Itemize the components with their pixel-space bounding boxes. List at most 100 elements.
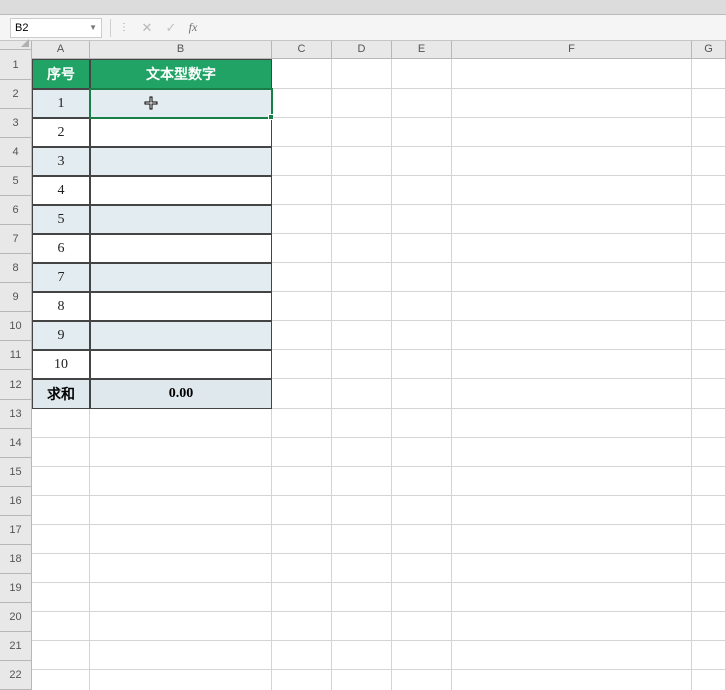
cell-D15[interactable] (332, 467, 392, 496)
cell-A12[interactable]: 求和 (32, 379, 90, 409)
cell-D21[interactable] (332, 641, 392, 670)
cell-F8[interactable] (452, 263, 692, 292)
row-header-17[interactable]: 17 (0, 516, 32, 545)
cell-F2[interactable] (452, 89, 692, 118)
cell-E18[interactable] (392, 554, 452, 583)
cell-A15[interactable] (32, 467, 90, 496)
cell-A10[interactable]: 9 (32, 321, 90, 350)
cell-D8[interactable] (332, 263, 392, 292)
cell-C20[interactable] (272, 612, 332, 641)
cell-E15[interactable] (392, 467, 452, 496)
cell-A3[interactable]: 2 (32, 118, 90, 147)
column-header-D[interactable]: D (332, 41, 392, 59)
row-header-10[interactable]: 10 (0, 312, 32, 341)
cell-F13[interactable] (452, 409, 692, 438)
cell-G6[interactable] (692, 205, 726, 234)
cell-F6[interactable] (452, 205, 692, 234)
cell-C21[interactable] (272, 641, 332, 670)
cell-A4[interactable]: 3 (32, 147, 90, 176)
cell-D22[interactable] (332, 670, 392, 690)
cell-G4[interactable] (692, 147, 726, 176)
cell-B14[interactable] (90, 438, 272, 467)
cell-C8[interactable] (272, 263, 332, 292)
cell-C11[interactable] (272, 350, 332, 379)
cell-F7[interactable] (452, 234, 692, 263)
cell-A18[interactable] (32, 554, 90, 583)
cell-G5[interactable] (692, 176, 726, 205)
cell-C6[interactable] (272, 205, 332, 234)
cell-F21[interactable] (452, 641, 692, 670)
cell-B18[interactable] (90, 554, 272, 583)
cell-E21[interactable] (392, 641, 452, 670)
row-header-9[interactable]: 9 (0, 283, 32, 312)
cell-F20[interactable] (452, 612, 692, 641)
cell-F3[interactable] (452, 118, 692, 147)
cell-G7[interactable] (692, 234, 726, 263)
cell-A22[interactable] (32, 670, 90, 690)
cell-G18[interactable] (692, 554, 726, 583)
column-header-F[interactable]: F (452, 41, 692, 59)
cell-B17[interactable] (90, 525, 272, 554)
cell-C9[interactable] (272, 292, 332, 321)
cell-B20[interactable] (90, 612, 272, 641)
row-header-8[interactable]: 8 (0, 254, 32, 283)
cell-E8[interactable] (392, 263, 452, 292)
cell-B12[interactable]: 0.00 (90, 379, 272, 409)
cell-D9[interactable] (332, 292, 392, 321)
cell-D1[interactable] (332, 59, 392, 89)
cell-B4[interactable] (90, 147, 272, 176)
cell-F9[interactable] (452, 292, 692, 321)
cell-E12[interactable] (392, 379, 452, 409)
cell-C17[interactable] (272, 525, 332, 554)
cell-G16[interactable] (692, 496, 726, 525)
row-header-19[interactable]: 19 (0, 574, 32, 603)
cell-E22[interactable] (392, 670, 452, 690)
cell-A13[interactable] (32, 409, 90, 438)
cell-E19[interactable] (392, 583, 452, 612)
cell-C16[interactable] (272, 496, 332, 525)
cell-A19[interactable] (32, 583, 90, 612)
cell-C4[interactable] (272, 147, 332, 176)
cell-E9[interactable] (392, 292, 452, 321)
row-header-13[interactable]: 13 (0, 400, 32, 429)
cell-C13[interactable] (272, 409, 332, 438)
cell-E10[interactable] (392, 321, 452, 350)
confirm-button[interactable]: ✓ (161, 18, 181, 38)
cell-C3[interactable] (272, 118, 332, 147)
cell-D17[interactable] (332, 525, 392, 554)
cell-A14[interactable] (32, 438, 90, 467)
row-header-7[interactable]: 7 (0, 225, 32, 254)
cell-C15[interactable] (272, 467, 332, 496)
cell-D20[interactable] (332, 612, 392, 641)
cell-D6[interactable] (332, 205, 392, 234)
cell-F12[interactable] (452, 379, 692, 409)
cell-F19[interactable] (452, 583, 692, 612)
cell-G19[interactable] (692, 583, 726, 612)
cell-F5[interactable] (452, 176, 692, 205)
cell-D19[interactable] (332, 583, 392, 612)
cell-A21[interactable] (32, 641, 90, 670)
cell-C1[interactable] (272, 59, 332, 89)
cell-F22[interactable] (452, 670, 692, 690)
row-header-14[interactable]: 14 (0, 429, 32, 458)
cell-D14[interactable] (332, 438, 392, 467)
cell-B13[interactable] (90, 409, 272, 438)
cell-G3[interactable] (692, 118, 726, 147)
cell-C19[interactable] (272, 583, 332, 612)
cell-E4[interactable] (392, 147, 452, 176)
row-header-21[interactable]: 21 (0, 632, 32, 661)
cell-C22[interactable] (272, 670, 332, 690)
cell-C5[interactable] (272, 176, 332, 205)
cell-E17[interactable] (392, 525, 452, 554)
cell-G12[interactable] (692, 379, 726, 409)
cell-F4[interactable] (452, 147, 692, 176)
cell-A2[interactable]: 1 (32, 89, 90, 118)
cell-B2[interactable] (90, 89, 272, 118)
cell-G1[interactable] (692, 59, 726, 89)
row-header-3[interactable]: 3 (0, 109, 32, 138)
cell-B10[interactable] (90, 321, 272, 350)
cell-D13[interactable] (332, 409, 392, 438)
column-header-E[interactable]: E (392, 41, 452, 59)
cell-C7[interactable] (272, 234, 332, 263)
cell-E6[interactable] (392, 205, 452, 234)
